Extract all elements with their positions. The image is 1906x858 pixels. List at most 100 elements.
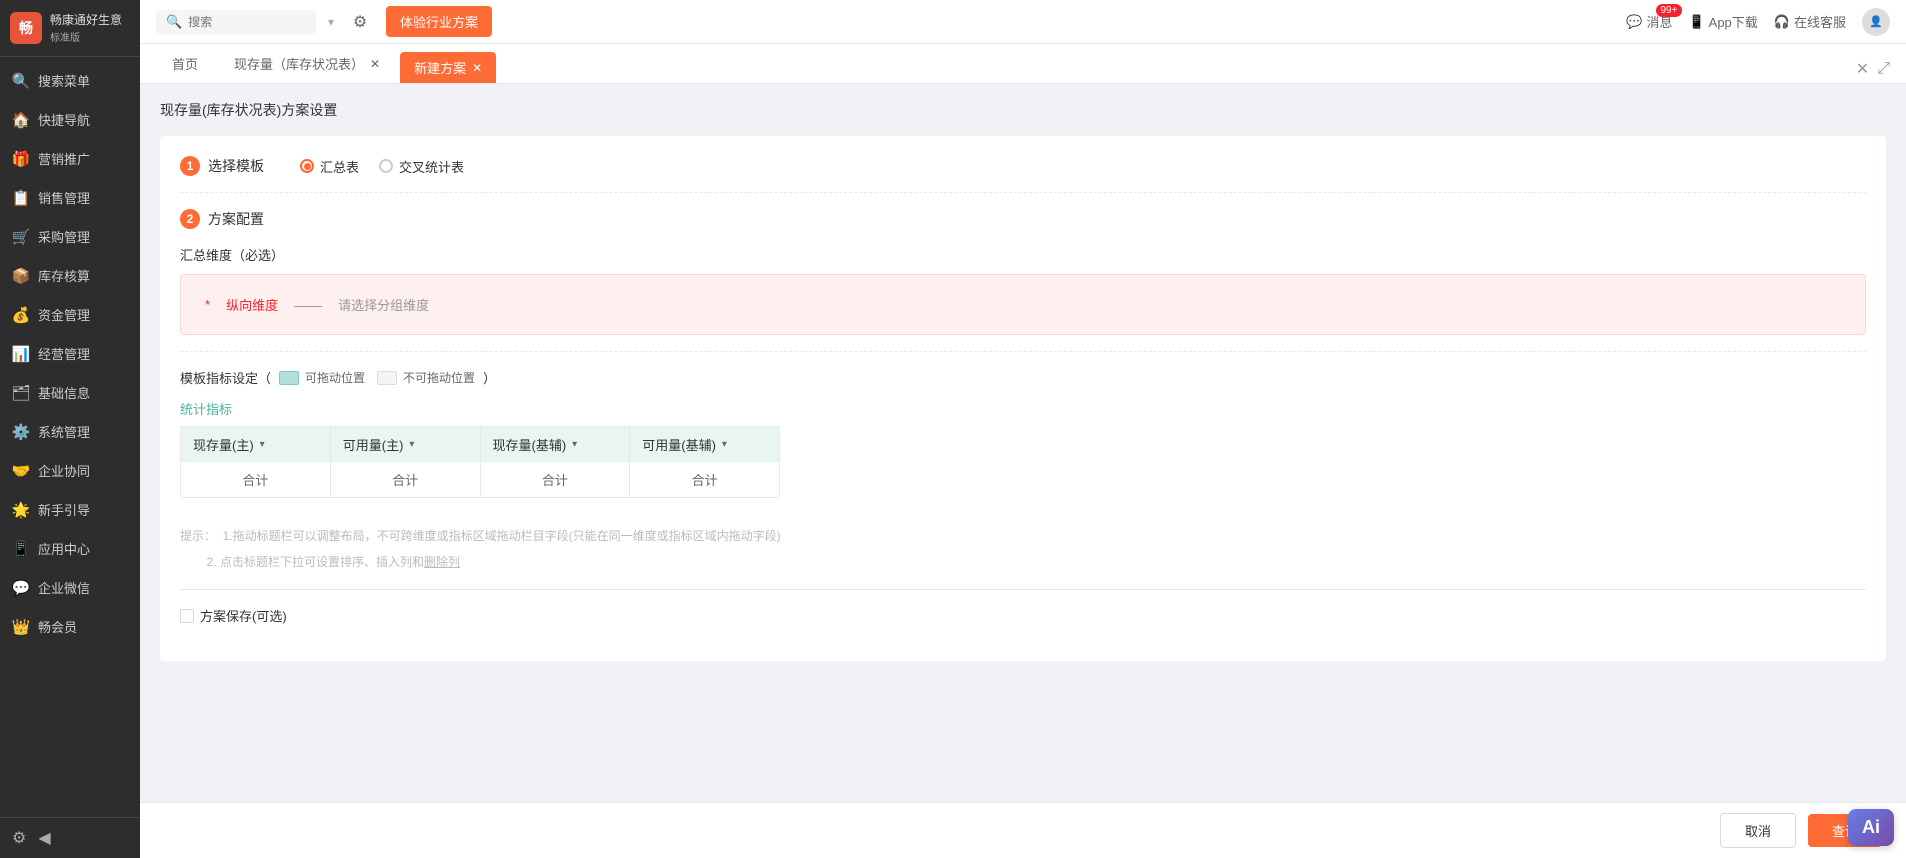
- app-download-label: App下载: [1709, 12, 1758, 31]
- template-options: 汇总表 交叉统计表: [300, 157, 464, 176]
- collapse-icon[interactable]: ◀: [38, 828, 50, 848]
- stats-col-2-chevron[interactable]: ▾: [409, 439, 414, 450]
- tip-1: 提示： 1.拖动标题栏可以调整布局，不可跨维度或指标区域拖动栏目字段(只能在同一…: [180, 526, 1866, 548]
- system-icon: ⚙️: [12, 423, 30, 441]
- service-icon: 🎧: [1774, 14, 1790, 30]
- stats-col-4-header[interactable]: 可用量(基辅) ▾: [630, 427, 779, 462]
- service-button[interactable]: 🎧 在线客服: [1774, 12, 1846, 31]
- tab-inventory-close-icon[interactable]: ✕: [370, 57, 380, 71]
- app-download-icon: 📱: [1688, 14, 1704, 30]
- radio-summary[interactable]: [300, 159, 314, 173]
- service-label: 在线客服: [1794, 12, 1846, 31]
- legend-not-draggable-item: 不可拖动位置: [377, 369, 475, 386]
- member-icon: 👑: [12, 618, 30, 636]
- topbar-settings-icon[interactable]: ⚙: [346, 8, 374, 36]
- sidebar-item-quick-nav[interactable]: 🏠 快捷导航: [0, 100, 140, 139]
- dim-required-label: 汇总维度（必选）: [180, 245, 1866, 264]
- sidebar-item-label: 基础信息: [38, 383, 90, 402]
- topbar-dropdown[interactable]: ▾: [328, 15, 334, 29]
- sidebar-item-app-center[interactable]: 📱 应用中心: [0, 529, 140, 568]
- dim-placeholder[interactable]: 请选择分组维度: [338, 295, 429, 314]
- sidebar-item-member[interactable]: 👑 畅会员: [0, 607, 140, 646]
- topbar-search-icon: 🔍: [166, 14, 182, 30]
- sidebar-footer: ⚙ ◀: [0, 817, 140, 858]
- sidebar-item-label: 采购管理: [38, 227, 90, 246]
- close-panel-icon[interactable]: ✕: [1856, 59, 1869, 79]
- template-summary-label: 汇总表: [320, 157, 359, 176]
- stats-body-col-2: 合计: [331, 462, 481, 497]
- app-download-button[interactable]: 📱 App下载: [1688, 12, 1757, 31]
- message-button[interactable]: 💬 消息 99+: [1626, 12, 1672, 31]
- stats-col-1-chevron[interactable]: ▾: [260, 439, 265, 450]
- radio-cross[interactable]: [379, 159, 393, 173]
- cooperation-icon: 🤝: [12, 462, 30, 480]
- sidebar-item-label: 新手引导: [38, 500, 90, 519]
- stats-title: 统计指标: [180, 399, 1866, 418]
- app-logo: 畅 畅康通好生意 标准版: [0, 0, 140, 57]
- sidebar-item-label: 快捷导航: [38, 110, 90, 129]
- save-option-label: 方案保存(可选): [200, 606, 287, 625]
- sidebar-nav: 🔍 搜索菜单 🏠 快捷导航 🎁 营销推广 📋 销售管理 🛒 采购管理 📦 库存核…: [0, 57, 140, 817]
- stats-col-1-header[interactable]: 现存量(主) ▾: [181, 427, 331, 462]
- step-divider-2: [180, 351, 1866, 352]
- main-area: 🔍 ▾ ⚙ 体验行业方案 💬 消息 99+ 📱 App下载 🎧 在线客服 👤: [140, 0, 1906, 858]
- step1-title: 选择模板: [208, 156, 264, 176]
- topbar: 🔍 ▾ ⚙ 体验行业方案 💬 消息 99+ 📱 App下载 🎧 在线客服 👤: [140, 0, 1906, 44]
- tab-inventory-status[interactable]: 现存量（库存状况表） ✕: [218, 46, 396, 83]
- scheme-config-card: 1 选择模板 汇总表 交叉统计表: [160, 136, 1886, 661]
- template-option-cross[interactable]: 交叉统计表: [379, 157, 464, 176]
- stats-col-3-label: 现存量(基辅): [493, 435, 567, 454]
- tab-home[interactable]: 首页: [156, 46, 214, 83]
- expand-panel-icon[interactable]: ⤢: [1877, 60, 1890, 78]
- content-area: 现存量(库存状况表)方案设置 1 选择模板 汇总表 交叉统计表: [140, 84, 1906, 802]
- new-guide-icon: 🌟: [12, 501, 30, 519]
- sidebar-item-wechat[interactable]: 💬 企业微信: [0, 568, 140, 607]
- sidebar-item-label: 库存核算: [38, 266, 90, 285]
- topbar-search-input[interactable]: [188, 15, 288, 29]
- ai-button[interactable]: Ai: [1848, 809, 1894, 846]
- cancel-button[interactable]: 取消: [1720, 813, 1796, 848]
- sidebar-item-label: 经营管理: [38, 344, 90, 363]
- legend-draggable-label: 可拖动位置: [305, 369, 365, 386]
- topbar-dropdown-label: ▾: [328, 15, 334, 29]
- inventory-icon: 📦: [12, 267, 30, 285]
- sidebar-item-marketing[interactable]: 🎁 营销推广: [0, 139, 140, 178]
- stats-col-3-chevron[interactable]: ▾: [572, 439, 577, 450]
- stats-table-body: 合计 合计 合计 合计: [181, 462, 779, 497]
- settings-icon[interactable]: ⚙: [12, 828, 26, 848]
- step2-title: 方案配置: [208, 209, 264, 229]
- sidebar-item-purchase[interactable]: 🛒 采购管理: [0, 217, 140, 256]
- stats-table-header: 现存量(主) ▾ 可用量(主) ▾ 现存量(基辅) ▾ 可用量(基辅): [181, 427, 779, 462]
- sidebar-item-finance[interactable]: 💰 资金管理: [0, 295, 140, 334]
- save-option-checkbox[interactable]: [180, 609, 194, 623]
- stats-col-4-chevron[interactable]: ▾: [722, 439, 727, 450]
- trial-btn[interactable]: 体验行业方案: [386, 6, 492, 37]
- sidebar-item-system[interactable]: ⚙️ 系统管理: [0, 412, 140, 451]
- tab-new-scheme[interactable]: 新建方案 ✕: [400, 52, 496, 83]
- sidebar-item-operations[interactable]: 📊 经营管理: [0, 334, 140, 373]
- marketing-icon: 🎁: [12, 150, 30, 168]
- sidebar-item-cooperation[interactable]: 🤝 企业协同: [0, 451, 140, 490]
- stats-col-3-header[interactable]: 现存量(基辅) ▾: [481, 427, 631, 462]
- sidebar-item-new-guide[interactable]: 🌟 新手引导: [0, 490, 140, 529]
- stats-table: 现存量(主) ▾ 可用量(主) ▾ 现存量(基辅) ▾ 可用量(基辅): [180, 426, 780, 498]
- stats-col-2-header[interactable]: 可用量(主) ▾: [331, 427, 481, 462]
- sidebar-item-inventory[interactable]: 📦 库存核算: [0, 256, 140, 295]
- user-avatar[interactable]: 👤: [1862, 8, 1890, 36]
- message-badge: 99+: [1656, 4, 1683, 17]
- tab-new-scheme-close-icon[interactable]: ✕: [472, 61, 482, 75]
- sidebar-item-sales[interactable]: 📋 销售管理: [0, 178, 140, 217]
- sidebar-item-basic-info[interactable]: 🗂 基础信息: [0, 373, 140, 412]
- purchase-icon: 🛒: [12, 228, 30, 246]
- save-option-row: 方案保存(可选): [180, 589, 1866, 641]
- sidebar-item-search-menu[interactable]: 🔍 搜索菜单: [0, 61, 140, 100]
- search-menu-icon: 🔍: [12, 72, 30, 90]
- tab-home-label: 首页: [172, 54, 198, 73]
- template-option-summary[interactable]: 汇总表: [300, 157, 359, 176]
- tips-section: 提示： 1.拖动标题栏可以调整布局，不可跨维度或指标区域拖动栏目字段(只能在同一…: [180, 514, 1866, 573]
- stats-section: 统计指标 现存量(主) ▾ 可用量(主) ▾ 现存量(基辅): [180, 399, 1866, 498]
- sidebar-item-label: 资金管理: [38, 305, 90, 324]
- topbar-search-box[interactable]: 🔍: [156, 10, 316, 34]
- sidebar-item-label: 应用中心: [38, 539, 90, 558]
- indicator-label-close: ）: [483, 368, 496, 387]
